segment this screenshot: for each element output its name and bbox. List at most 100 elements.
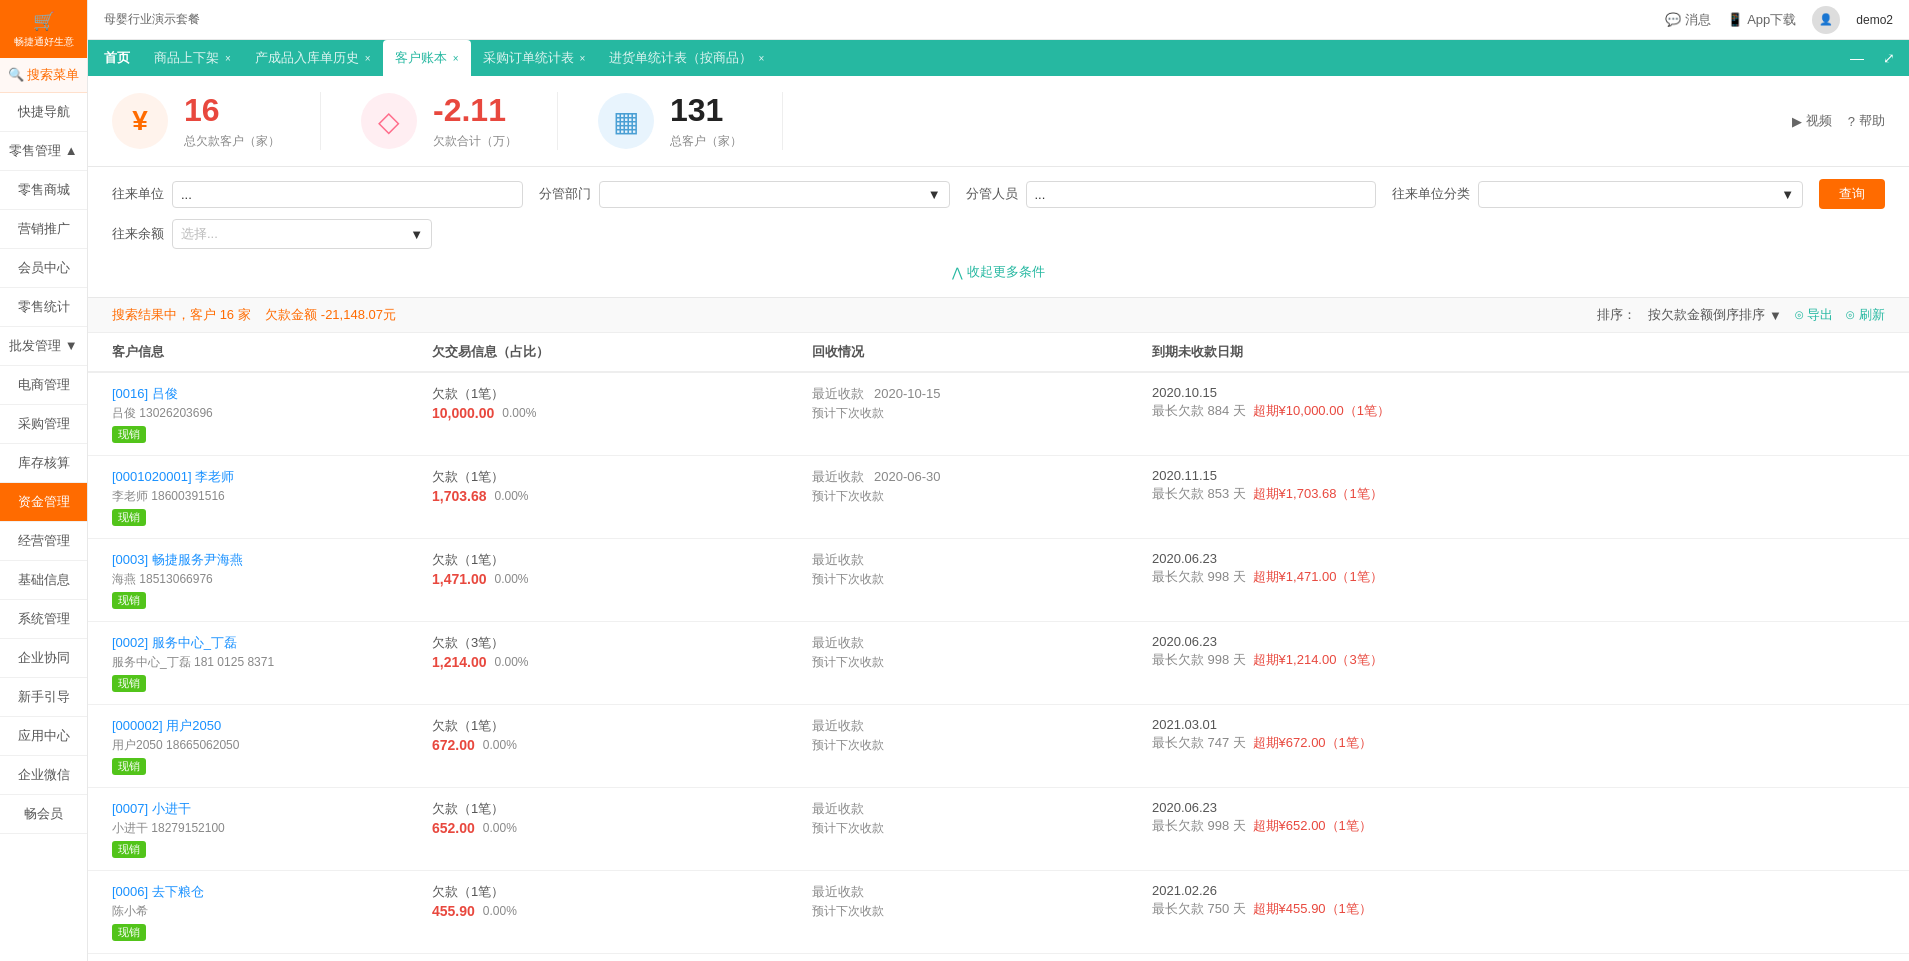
debt-count: 欠款（1笔）: [432, 468, 812, 486]
sidebar-item-retail-mgmt[interactable]: 零售管理 ▲: [0, 132, 87, 171]
debt-count: 欠款（1笔）: [432, 385, 812, 403]
unit-category-label: 往来单位分类: [1392, 185, 1470, 203]
tab-purchase-order[interactable]: 采购订单统计表 ×: [471, 40, 598, 76]
sidebar: 🛒 畅捷通好生意 🔍 搜索菜单 快捷导航 零售管理 ▲ 零售商城 营销推广 会员…: [0, 0, 88, 961]
debt-info-cell: 欠款（1笔） 672.00 0.00%: [432, 717, 812, 753]
stat-icon-customers: ¥: [112, 93, 168, 149]
tab-minimize-button[interactable]: —: [1845, 46, 1869, 70]
customer-link[interactable]: [0016] 吕俊: [112, 386, 178, 401]
sidebar-item-biz-mgmt[interactable]: 经营管理: [0, 522, 87, 561]
sidebar-item-label: 畅会员: [24, 806, 63, 821]
username: demo2: [1856, 13, 1893, 27]
unit-category-select[interactable]: ▼: [1478, 181, 1803, 208]
tab-maximize-button[interactable]: ⤢: [1877, 46, 1901, 70]
sidebar-item-label: 批发管理: [9, 338, 61, 353]
customer-link[interactable]: [0003] 畅捷服务尹海燕: [112, 552, 243, 567]
tab-inbound-stats[interactable]: 进货单统计表（按商品） ×: [597, 40, 776, 76]
industry-label: 母婴行业演示套餐: [104, 11, 200, 28]
help-button[interactable]: ? 帮助: [1848, 112, 1885, 130]
export-button[interactable]: ⊙ 导出: [1794, 306, 1834, 324]
tab-product-offshelf[interactable]: 商品上下架 ×: [142, 40, 243, 76]
person-input[interactable]: ...: [1026, 181, 1377, 208]
help-icon: ?: [1848, 114, 1855, 129]
message-button[interactable]: 💬 消息: [1665, 11, 1711, 29]
sidebar-item-member[interactable]: 会员中心: [0, 249, 87, 288]
view-video-button[interactable]: ▶ 视频: [1792, 112, 1832, 130]
close-icon[interactable]: ×: [453, 53, 459, 64]
app-download-button[interactable]: 📱 App下载: [1727, 11, 1796, 29]
stat-num-customers: 16: [184, 92, 280, 129]
overdue-link[interactable]: 超期¥10,000.00（1笔）: [1253, 403, 1390, 418]
sidebar-item-basic-info[interactable]: 基础信息: [0, 561, 87, 600]
overdue-link[interactable]: 超期¥672.00（1笔）: [1253, 735, 1372, 750]
close-icon[interactable]: ×: [580, 53, 586, 64]
due-date-cell: 2020.11.15 最长欠款 853 天 超期¥1,703.68（1笔）: [1152, 468, 1885, 503]
sidebar-item-finance[interactable]: 资金管理: [0, 483, 87, 522]
recover-cell: 最近收款 预计下次收款: [812, 551, 1152, 588]
customer-tag: 现销: [112, 426, 146, 443]
sidebar-item-purchase[interactable]: 采购管理: [0, 405, 87, 444]
customer-code: [0016]: [112, 386, 148, 401]
source-unit-input[interactable]: ...: [172, 181, 523, 208]
diamond-icon: ◇: [378, 105, 400, 138]
sort-arrow-icon: ▼: [1769, 308, 1782, 323]
sidebar-item-marketing[interactable]: 营销推广: [0, 210, 87, 249]
sidebar-item-label: 采购管理: [18, 416, 70, 431]
sidebar-item-corp-wechat[interactable]: 企业微信: [0, 756, 87, 795]
table-row: [0003] 畅捷服务尹海燕 海燕 18513066976 现销 欠款（1笔） …: [88, 539, 1909, 622]
collapse-button[interactable]: ⋀ 收起更多条件: [112, 259, 1885, 285]
search-button[interactable]: 查询: [1819, 179, 1885, 209]
table-row: [0007] 小进干 小进干 18279152100 现销 欠款（1笔） 652…: [88, 788, 1909, 871]
sort-select[interactable]: 按欠款金额倒序排序 ▼: [1648, 306, 1782, 324]
overdue-link[interactable]: 超期¥652.00（1笔）: [1253, 818, 1372, 833]
stat-label-customers: 总欠款客户（家）: [184, 133, 280, 150]
result-unit: 家: [238, 307, 251, 322]
sidebar-search[interactable]: 🔍 搜索菜单: [0, 58, 87, 93]
due-date: 2020.10.15: [1152, 385, 1885, 400]
latest-collect-label: 最近收款 2020-10-15: [812, 385, 1152, 403]
close-icon[interactable]: ×: [225, 53, 231, 64]
view-label: 视频: [1806, 112, 1832, 130]
sidebar-item-ecommerce[interactable]: 电商管理: [0, 366, 87, 405]
sidebar-item-label: 会员中心: [18, 260, 70, 275]
tab-customer-account[interactable]: 客户账本 ×: [383, 40, 471, 76]
overdue-info: 最长欠款 884 天 超期¥10,000.00（1笔）: [1152, 402, 1885, 420]
overdue-link[interactable]: 超期¥1,703.68（1笔）: [1253, 486, 1383, 501]
tab-label: 进货单统计表（按商品）: [609, 49, 752, 67]
customer-link[interactable]: [0001020001] 李老师: [112, 469, 234, 484]
balance-label: 往来余额: [112, 225, 164, 243]
customer-name-link[interactable]: [0016] 吕俊: [112, 385, 432, 403]
export-label: 导出: [1807, 307, 1833, 322]
customer-link[interactable]: [000002] 用户2050: [112, 718, 221, 733]
input-dots: ...: [181, 187, 192, 202]
due-date-cell: 2020.06.23 最长欠款 998 天 超期¥1,471.00（1笔）: [1152, 551, 1885, 586]
tab-home[interactable]: 首页: [92, 40, 142, 76]
content-area: ¥ 16 总欠款客户（家） ◇ -2.11 欠款合计（万） ▦: [88, 76, 1909, 961]
close-icon[interactable]: ×: [758, 53, 764, 64]
refresh-button[interactable]: ⊙ 刷新: [1845, 306, 1885, 324]
sidebar-item-quick-nav[interactable]: 快捷导航: [0, 93, 87, 132]
filter-area: 往来单位 ... 分管部门 ▼ 分管人员 ...: [88, 167, 1909, 298]
table-row: [0002] 服务中心_丁磊 服务中心_丁磊 181 0125 8371 现销 …: [88, 622, 1909, 705]
dept-select[interactable]: ▼: [599, 181, 950, 208]
customer-link[interactable]: [0006] 去下粮仓: [112, 884, 204, 899]
customer-link[interactable]: [0007] 小进干: [112, 801, 191, 816]
sidebar-item-retail-stats[interactable]: 零售统计: [0, 288, 87, 327]
sidebar-item-sys-mgmt[interactable]: 系统管理: [0, 600, 87, 639]
sidebar-item-inventory[interactable]: 库存核算: [0, 444, 87, 483]
balance-select[interactable]: 选择... ▼: [172, 219, 432, 249]
overdue-link[interactable]: 超期¥1,471.00（1笔）: [1253, 569, 1383, 584]
debt-info-cell: 欠款（1笔） 1,471.00 0.00%: [432, 551, 812, 587]
sidebar-item-batch-mgmt[interactable]: 批发管理 ▼: [0, 327, 87, 366]
close-icon[interactable]: ×: [365, 53, 371, 64]
sidebar-item-corp-collab[interactable]: 企业协同: [0, 639, 87, 678]
sidebar-item-retail-mall[interactable]: 零售商城: [0, 171, 87, 210]
sidebar-item-app-center[interactable]: 应用中心: [0, 717, 87, 756]
tab-product-history[interactable]: 产成品入库单历史 ×: [243, 40, 383, 76]
overdue-link[interactable]: 超期¥1,214.00（3笔）: [1253, 652, 1383, 667]
sidebar-item-pro-member[interactable]: 畅会员: [0, 795, 87, 834]
customer-link[interactable]: [0002] 服务中心_丁磊: [112, 635, 237, 650]
overdue-link[interactable]: 超期¥455.90（1笔）: [1253, 901, 1372, 916]
dept-label: 分管部门: [539, 185, 591, 203]
sidebar-item-new-guide[interactable]: 新手引导: [0, 678, 87, 717]
